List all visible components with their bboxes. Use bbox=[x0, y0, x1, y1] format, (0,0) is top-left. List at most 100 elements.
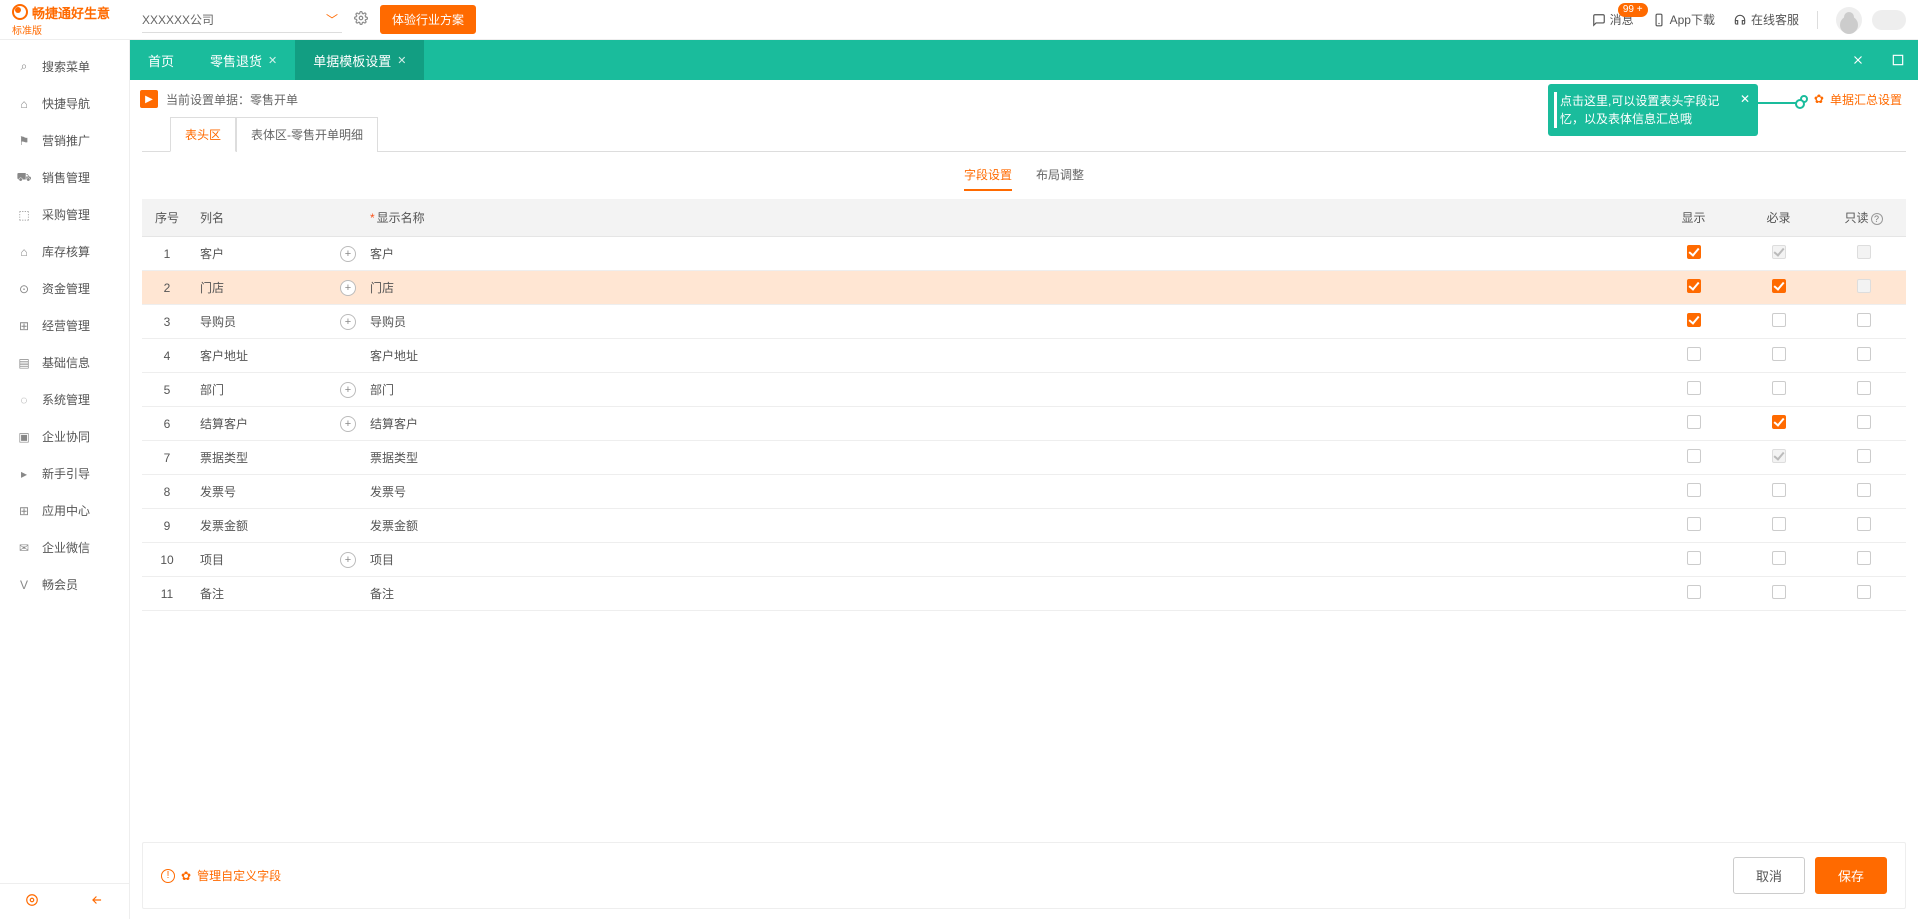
close-icon[interactable]: ✕ bbox=[1740, 90, 1750, 108]
panel-toggle-icon[interactable]: ▶ bbox=[140, 90, 158, 108]
table-row[interactable]: 2门店+门店 bbox=[142, 271, 1906, 305]
add-icon[interactable]: + bbox=[340, 382, 356, 398]
add-icon[interactable]: + bbox=[340, 246, 356, 262]
mid-tab-0[interactable]: 字段设置 bbox=[964, 166, 1012, 191]
checkbox[interactable] bbox=[1687, 245, 1701, 259]
user-avatar[interactable] bbox=[1836, 7, 1906, 33]
sidebar-item-3[interactable]: ⛟销售管理 bbox=[0, 159, 129, 196]
sidebar-item-5[interactable]: ⌂库存核算 bbox=[0, 233, 129, 270]
sidebar-item-2[interactable]: ⚑营销推广 bbox=[0, 122, 129, 159]
support-link[interactable]: 在线客服 bbox=[1733, 11, 1799, 28]
table-row[interactable]: 3导购员+导购员 bbox=[142, 305, 1906, 339]
checkbox[interactable] bbox=[1687, 415, 1701, 429]
cell-display[interactable]: 发票号 bbox=[362, 475, 1651, 509]
checkbox[interactable] bbox=[1772, 585, 1786, 599]
checkbox[interactable] bbox=[1857, 415, 1871, 429]
checkbox[interactable] bbox=[1772, 381, 1786, 395]
cell-display[interactable]: 发票金额 bbox=[362, 509, 1651, 543]
sidebar-item-7[interactable]: ⊞经营管理 bbox=[0, 307, 129, 344]
checkbox[interactable] bbox=[1687, 279, 1701, 293]
cell-display[interactable]: 备注 bbox=[362, 577, 1651, 611]
checkbox[interactable] bbox=[1687, 517, 1701, 531]
checkbox[interactable] bbox=[1857, 551, 1871, 565]
sidebar-item-6[interactable]: ⊙资金管理 bbox=[0, 270, 129, 307]
sidebar-item-13[interactable]: ✉企业微信 bbox=[0, 529, 129, 566]
cell-display[interactable]: 项目 bbox=[362, 543, 1651, 577]
checkbox[interactable] bbox=[1772, 483, 1786, 497]
checkbox[interactable] bbox=[1857, 347, 1871, 361]
checkbox bbox=[1772, 449, 1786, 463]
summary-settings-link[interactable]: ✿ 单据汇总设置 bbox=[1800, 91, 1902, 108]
checkbox[interactable] bbox=[1772, 279, 1786, 293]
mid-tab-1[interactable]: 布局调整 bbox=[1036, 166, 1084, 191]
add-icon[interactable]: + bbox=[340, 552, 356, 568]
add-icon[interactable]: + bbox=[340, 280, 356, 296]
checkbox[interactable] bbox=[1857, 449, 1871, 463]
checkbox[interactable] bbox=[1687, 313, 1701, 327]
app-download-link[interactable]: App下载 bbox=[1652, 11, 1715, 28]
tab-2[interactable]: 单据模板设置✕ bbox=[295, 40, 424, 80]
sidebar-item-8[interactable]: ▤基础信息 bbox=[0, 344, 129, 381]
table-row[interactable]: 4客户地址客户地址 bbox=[142, 339, 1906, 373]
company-select[interactable]: XXXXXX公司 ﹀ bbox=[142, 7, 342, 33]
sidebar-item-12[interactable]: ⊞应用中心 bbox=[0, 492, 129, 529]
tab-0[interactable]: 首页 bbox=[130, 40, 192, 80]
sidebar-settings-icon[interactable] bbox=[25, 893, 39, 910]
tab-1[interactable]: 零售退货✕ bbox=[192, 40, 295, 80]
cell-display[interactable]: 客户 bbox=[362, 237, 1651, 271]
table-row[interactable]: 7票据类型票据类型 bbox=[142, 441, 1906, 475]
table-row[interactable]: 8发票号发票号 bbox=[142, 475, 1906, 509]
sidebar-item-4[interactable]: ⬚采购管理 bbox=[0, 196, 129, 233]
checkbox[interactable] bbox=[1772, 313, 1786, 327]
checkbox[interactable] bbox=[1857, 585, 1871, 599]
table-row[interactable]: 1客户+客户 bbox=[142, 237, 1906, 271]
checkbox[interactable] bbox=[1857, 313, 1871, 327]
manage-custom-fields-link[interactable]: ! ✿ 管理自定义字段 bbox=[161, 867, 281, 884]
checkbox[interactable] bbox=[1772, 347, 1786, 361]
cell-display[interactable]: 结算客户 bbox=[362, 407, 1651, 441]
sidebar-collapse-icon[interactable] bbox=[90, 893, 104, 910]
cell-display[interactable]: 票据类型 bbox=[362, 441, 1651, 475]
sub-tab-0[interactable]: 表头区 bbox=[170, 117, 236, 152]
close-icon[interactable]: ✕ bbox=[397, 54, 406, 67]
sidebar-item-10[interactable]: ▣企业协同 bbox=[0, 418, 129, 455]
checkbox[interactable] bbox=[1772, 415, 1786, 429]
sidebar-item-14[interactable]: V畅会员 bbox=[0, 566, 129, 603]
sidebar-item-11[interactable]: ▸新手引导 bbox=[0, 455, 129, 492]
checkbox[interactable] bbox=[1857, 381, 1871, 395]
table-row[interactable]: 10项目+项目 bbox=[142, 543, 1906, 577]
table-row[interactable]: 5部门+部门 bbox=[142, 373, 1906, 407]
table-row[interactable]: 6结算客户+结算客户 bbox=[142, 407, 1906, 441]
checkbox[interactable] bbox=[1687, 381, 1701, 395]
messages-link[interactable]: 消息 99 + bbox=[1592, 11, 1634, 28]
cell-display[interactable]: 门店 bbox=[362, 271, 1651, 305]
add-icon[interactable]: + bbox=[340, 314, 356, 330]
checkbox[interactable] bbox=[1857, 483, 1871, 497]
add-icon[interactable]: + bbox=[340, 416, 356, 432]
tabbar-fullscreen-icon[interactable] bbox=[1878, 40, 1918, 80]
close-icon[interactable]: ✕ bbox=[268, 54, 277, 67]
cell-display[interactable]: 客户地址 bbox=[362, 339, 1651, 373]
save-button[interactable]: 保存 bbox=[1815, 857, 1887, 894]
sub-tab-1[interactable]: 表体区-零售开单明细 bbox=[236, 117, 378, 152]
cancel-button[interactable]: 取消 bbox=[1733, 857, 1805, 894]
checkbox[interactable] bbox=[1687, 449, 1701, 463]
checkbox[interactable] bbox=[1772, 551, 1786, 565]
try-industry-button[interactable]: 体验行业方案 bbox=[380, 5, 476, 34]
checkbox[interactable] bbox=[1687, 483, 1701, 497]
cell-display[interactable]: 部门 bbox=[362, 373, 1651, 407]
checkbox[interactable] bbox=[1772, 517, 1786, 531]
help-icon[interactable]: ? bbox=[1871, 213, 1883, 225]
checkbox[interactable] bbox=[1687, 585, 1701, 599]
checkbox[interactable] bbox=[1857, 517, 1871, 531]
table-row[interactable]: 11备注备注 bbox=[142, 577, 1906, 611]
tabbar-close-icon[interactable] bbox=[1838, 40, 1878, 80]
checkbox[interactable] bbox=[1687, 347, 1701, 361]
cell-display[interactable]: 导购员 bbox=[362, 305, 1651, 339]
settings-gear-icon[interactable] bbox=[354, 11, 368, 28]
checkbox[interactable] bbox=[1687, 551, 1701, 565]
sidebar-item-1[interactable]: ⌂快捷导航 bbox=[0, 85, 129, 122]
table-row[interactable]: 9发票金额发票金额 bbox=[142, 509, 1906, 543]
sidebar-item-0[interactable]: ⌕搜索菜单 bbox=[0, 48, 129, 85]
sidebar-item-9[interactable]: ◌系统管理 bbox=[0, 381, 129, 418]
